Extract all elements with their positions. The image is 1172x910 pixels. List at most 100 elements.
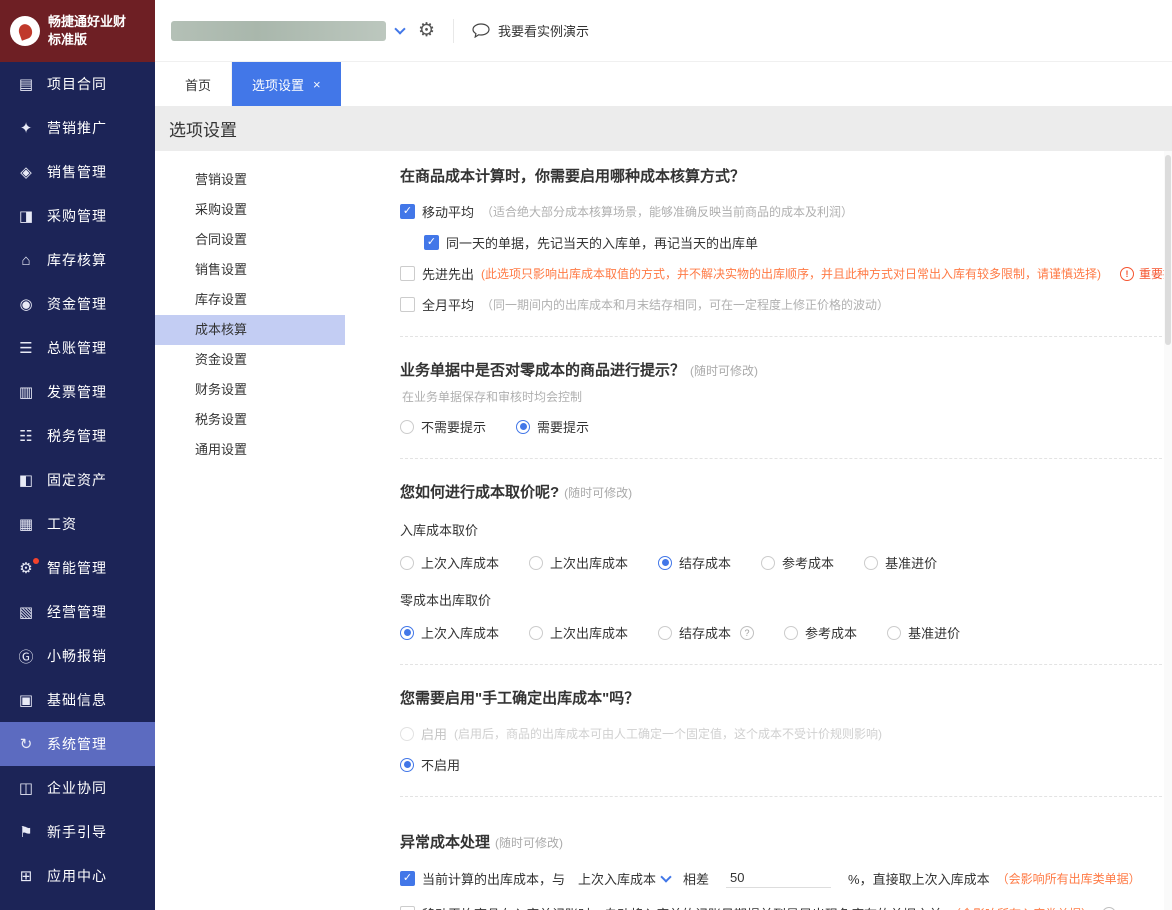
option-disable[interactable]: 不启用 [400, 755, 1162, 774]
rule-label: 移动平均商品在入库单记账时，自动将入库单的记账日期提前到最早出现负库存的单据之前 [422, 904, 942, 910]
radio-enable[interactable]: 启用 (启用后，商品的出库成本可由人工确定一个固定值，这个成本不受计价规则影响) [400, 724, 882, 743]
radio-last-outbound-cost[interactable]: 上次出库成本 [529, 553, 628, 572]
select-value: 上次入库成本 [578, 871, 657, 887]
radio-last-outbound-cost[interactable]: 上次出库成本 [529, 623, 628, 642]
checkbox-moving-average[interactable] [400, 204, 415, 219]
sidebar-item-operations[interactable]: ▧ 经营管理 [0, 590, 155, 634]
sidebar-item-beginner-guide[interactable]: ⚑ 新手引导 [0, 810, 155, 854]
sidebar-item-tax[interactable]: ☷ 税务管理 [0, 414, 155, 458]
sidebar-item-funds[interactable]: ◉ 资金管理 [0, 282, 155, 326]
funds-icon: ◉ [19, 296, 33, 313]
sidebar-item-label: 税务管理 [47, 428, 107, 444]
sidebar-item-purchase[interactable]: ◨ 采购管理 [0, 194, 155, 238]
impact-note: （会影响所有入库类单据） [949, 905, 1093, 910]
sidebar-item-inventory[interactable]: ⌂ 库存核算 [0, 238, 155, 282]
cost-compare-select[interactable]: 上次入库成本 [578, 869, 672, 888]
subnav-item-contract-settings[interactable]: 合同设置 [155, 225, 345, 255]
cost-diff-percent-input[interactable] [726, 868, 832, 888]
checkbox-same-day-order[interactable] [424, 235, 439, 250]
section-title-text: 您如何进行成本取价呢? [400, 484, 560, 501]
radio-base-purchase-price[interactable]: 基准进价 [864, 553, 937, 572]
help-icon[interactable]: ? [740, 625, 755, 640]
subnav-item-cost-accounting[interactable]: 成本核算 [155, 315, 345, 345]
sidebar-item-label: 采购管理 [47, 208, 107, 224]
option-fifo[interactable]: 先进先出 (此选项只影响出库成本取值的方式，并不解决实物的出库顺序，并且此种方式… [400, 264, 1172, 283]
demo-link[interactable]: 我要看实例演示 [472, 21, 589, 40]
radio-last-inbound-cost[interactable]: 上次入库成本 [400, 553, 499, 572]
option-moving-average[interactable]: 移动平均 （适合绝大部分成本核算场景，能够准确反映当前商品的成本及利润） [400, 202, 1162, 221]
option-same-day-order[interactable]: 同一天的单据，先记当天的入库单，再记当天的出库单 [424, 233, 1162, 252]
radio-label: 基准进价 [908, 626, 961, 641]
checkbox-monthly-average[interactable] [400, 297, 415, 312]
radio-reference-cost[interactable]: 参考成本 [784, 623, 857, 642]
gear-icon[interactable]: ⚙ [418, 19, 435, 42]
tab-home[interactable]: 首页 [165, 62, 233, 106]
subnav-item-funds-settings[interactable]: 资金设置 [155, 345, 345, 375]
section-title: 您需要启用"手工确定出库成本"吗？ [400, 690, 640, 707]
abnormal-cost-backdate-row: 移动平均商品在入库单记账时，自动将入库单的记账日期提前到最早出现负库存的单据之前… [400, 904, 1162, 910]
subnav-item-marketing-settings[interactable]: 营销设置 [155, 165, 345, 195]
brand-logo-icon [10, 16, 40, 46]
option-monthly-average[interactable]: 全月平均 （同一期间内的出库成本和月末结存相同，可在一定程度上修正价格的波动） [400, 295, 1162, 314]
sidebar-item-basic-info[interactable]: ▣ 基础信息 [0, 678, 155, 722]
radio-disable[interactable]: 不启用 [400, 755, 460, 774]
section-divider [400, 336, 1162, 337]
sidebar-item-invoice[interactable]: ▥ 发票管理 [0, 370, 155, 414]
scrollbar-thumb[interactable] [1165, 155, 1171, 345]
radio-balance-cost[interactable]: 结存成本? [658, 623, 755, 642]
sidebar-item-sales[interactable]: ◈ 销售管理 [0, 150, 155, 194]
invoice-icon: ▥ [18, 384, 34, 401]
radio-no-prompt[interactable]: 不需要提示 [400, 417, 486, 436]
subnav-item-tax-settings[interactable]: 税务设置 [155, 405, 345, 435]
radio-label: 上次出库成本 [550, 626, 629, 641]
subnav-item-inventory-settings[interactable]: 库存设置 [155, 285, 345, 315]
subnav-item-sales-settings[interactable]: 销售设置 [155, 255, 345, 285]
editable-hint: (随时可修改) [564, 486, 633, 500]
subnav-item-general-settings[interactable]: 通用设置 [155, 435, 345, 465]
radio-label: 需要提示 [537, 420, 590, 435]
radio-icon [400, 419, 414, 434]
sidebar-item-system-management[interactable]: ↻ 系统管理 [0, 722, 155, 766]
section-title: 在商品成本计算时，你需要启用哪种成本核算方式？ [400, 168, 746, 185]
sidebar-item-reimbursement[interactable]: Ⓖ 小畅报销 [0, 634, 155, 678]
radio-last-inbound-cost[interactable]: 上次入库成本 [400, 623, 499, 642]
sidebar-item-general-ledger[interactable]: ☰ 总账管理 [0, 326, 155, 370]
checkbox-fifo[interactable] [400, 266, 415, 281]
option-enable[interactable]: 启用 (启用后，商品的出库成本可由人工确定一个固定值，这个成本不受计价规则影响) [400, 724, 1162, 743]
chevron-down-icon [660, 871, 672, 883]
radio-icon [658, 625, 673, 640]
sidebar-item-app-center[interactable]: ⊞ 应用中心 [0, 854, 155, 898]
checkbox-cost-diff-rule[interactable] [400, 870, 415, 886]
sidebar-item-project-contract[interactable]: ▤ 项目合同 [0, 62, 155, 106]
sidebar-nav: ▤ 项目合同 ✦ 营销推广 ◈ 销售管理 ◨ 采购管理 ⌂ 库存核算 ◉ 资金管理 ☰ 总账管… [0, 62, 155, 910]
marketing-icon: ✦ [19, 120, 33, 137]
sidebar-item-fixed-assets[interactable]: ◧ 固定资产 [0, 458, 155, 502]
radio-icon [516, 419, 531, 434]
page-title: 选项设置 [155, 106, 1172, 151]
app-center-icon: ⊞ [19, 868, 33, 885]
smart-management-icon: ⚙ [16, 558, 39, 577]
subnav-item-purchase-settings[interactable]: 采购设置 [155, 195, 345, 225]
radio-reference-cost[interactable]: 参考成本 [761, 553, 834, 572]
company-selector[interactable] [171, 20, 406, 41]
option-label: 全月平均 [422, 298, 475, 313]
tab-bar: 首页 选项设置 × [155, 62, 1172, 106]
sidebar-item-salary[interactable]: ▦ 工资 [0, 502, 155, 546]
inventory-icon: ⌂ [21, 251, 31, 269]
radio-label: 启用 [421, 727, 448, 742]
content-area: 营销设置 采购设置 合同设置 销售设置 库存设置 成本核算 资金设置 财务设置 … [155, 151, 1172, 910]
close-icon[interactable]: × [313, 77, 321, 92]
radio-balance-cost[interactable]: 结存成本 [658, 553, 731, 572]
sidebar-item-marketing[interactable]: ✦ 营销推广 [0, 106, 155, 150]
checkbox-backdate-rule[interactable] [400, 906, 415, 910]
radio-need-prompt[interactable]: 需要提示 [516, 417, 589, 436]
sidebar-item-enterprise-collab[interactable]: ◫ 企业协同 [0, 766, 155, 810]
tax-icon: ☷ [19, 428, 33, 445]
sidebar-item-smart-management[interactable]: ⚙ 智能管理 [0, 546, 155, 590]
tab-options-settings[interactable]: 选项设置 × [232, 62, 341, 106]
radio-icon [864, 555, 879, 570]
radio-base-purchase-price[interactable]: 基准进价 [887, 623, 960, 642]
brand-logo: 畅捷通好业财 标准版 [0, 0, 155, 62]
help-icon[interactable]: ? [1102, 906, 1117, 910]
subnav-item-finance-settings[interactable]: 财务设置 [155, 375, 345, 405]
